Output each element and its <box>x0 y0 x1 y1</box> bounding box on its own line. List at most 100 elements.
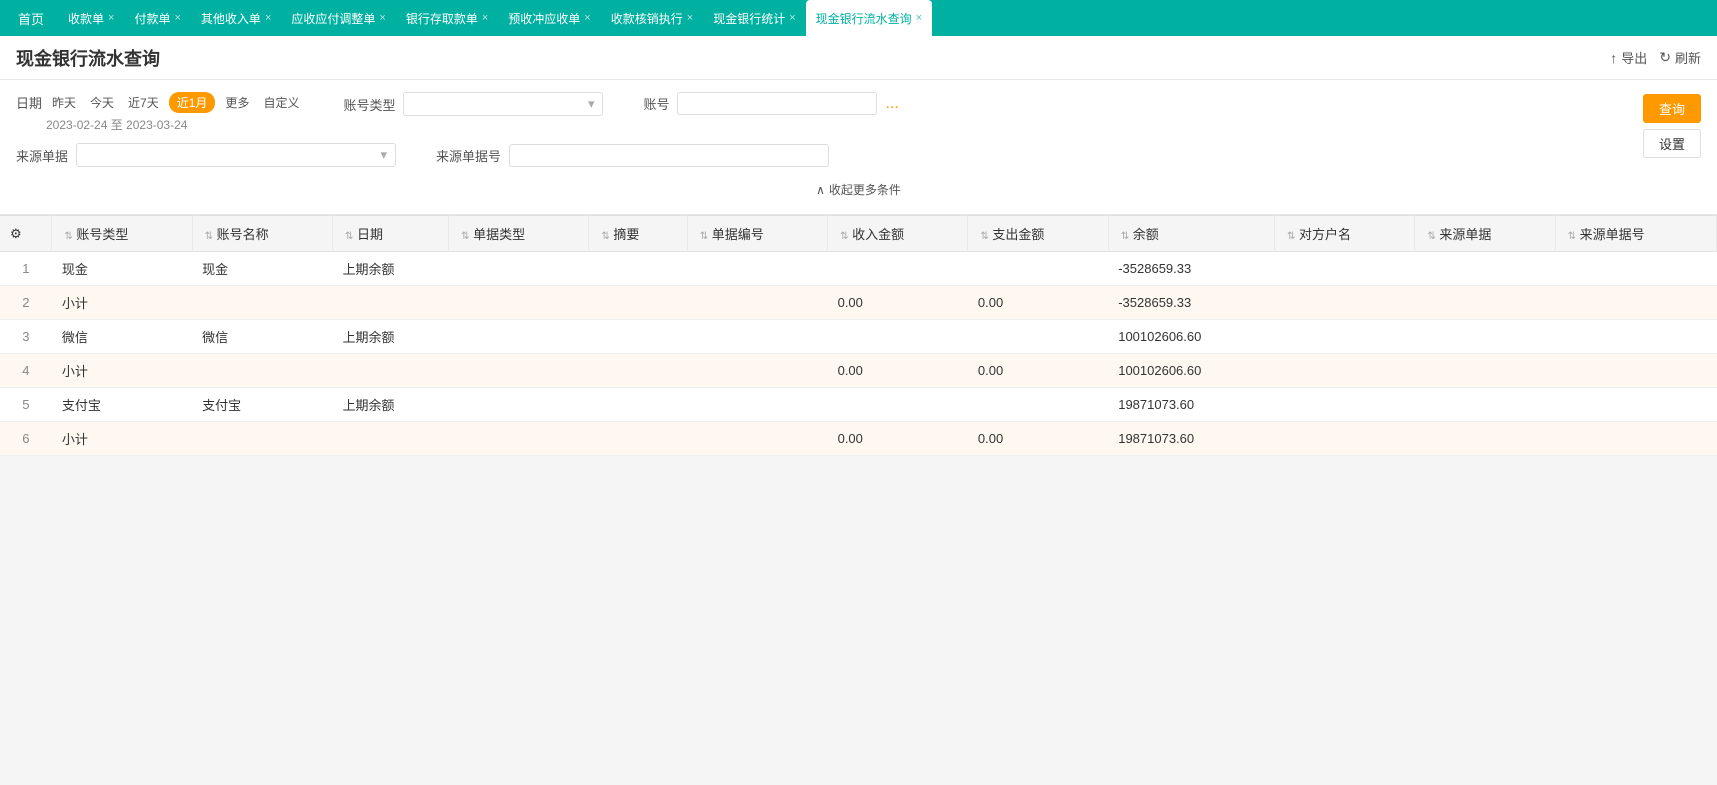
cell-num: 3 <box>0 320 52 354</box>
nav-tab-qitashouruan[interactable]: 其他收入单 × <box>191 0 281 36</box>
collapse-more-conditions-button[interactable]: ∧ 收起更多条件 <box>16 177 1701 202</box>
account-dots-button[interactable]: ... <box>885 95 898 113</box>
nav-tab-shoukuandan[interactable]: 收款单 × <box>58 0 124 36</box>
table-row: 4小计0.000.00100102606.60 <box>0 354 1717 388</box>
col-date[interactable]: ⇅ 日期 <box>332 216 448 252</box>
cell-date: 上期余额 <box>332 320 448 354</box>
nav-tab-liushui[interactable]: 现金银行流水查询 × <box>806 0 932 36</box>
date-btn-today[interactable]: 今天 <box>86 92 118 113</box>
cell-doc_type <box>449 388 589 422</box>
cell-summary <box>589 422 687 456</box>
cell-doc_no <box>687 422 827 456</box>
account-label: 账号 <box>643 94 669 113</box>
settings-button[interactable]: 设置 <box>1643 129 1701 158</box>
col-source-doc[interactable]: ⇅ 来源单据 <box>1415 216 1555 252</box>
cell-source_doc <box>1415 252 1555 286</box>
date-range-display: 2023-02-24 至 2023-03-24 <box>46 118 187 132</box>
cell-date: 上期余额 <box>332 252 448 286</box>
close-tab-icon[interactable]: × <box>379 12 385 24</box>
cell-summary <box>589 388 687 422</box>
cell-expense <box>968 388 1108 422</box>
date-btn-more[interactable]: 更多 <box>221 92 253 113</box>
cell-income: 0.00 <box>828 286 968 320</box>
col-counterparty[interactable]: ⇅ 对方户名 <box>1275 216 1415 252</box>
cell-counterparty <box>1275 422 1415 456</box>
cell-income: 0.00 <box>828 354 968 388</box>
refresh-button[interactable]: ↻ 刷新 <box>1659 48 1701 67</box>
sort-icon: ⇅ <box>1121 231 1129 242</box>
cell-income <box>828 320 968 354</box>
source-doc-label: 来源单据 <box>16 146 68 165</box>
close-tab-icon[interactable]: × <box>584 12 590 24</box>
nav-tab-tiaozheng[interactable]: 应收应付调整单 × <box>281 0 395 36</box>
source-doc-num-input[interactable] <box>509 144 829 167</box>
page-header: 现金银行流水查询 ↑ 导出 ↻ 刷新 <box>0 36 1717 80</box>
col-account-name[interactable]: ⇅ 账号名称 <box>192 216 332 252</box>
table-row: 5支付宝支付宝上期余额19871073.60 <box>0 388 1717 422</box>
cell-num: 4 <box>0 354 52 388</box>
nav-tab-tongji[interactable]: 现金银行统计 × <box>703 0 805 36</box>
cell-account_name <box>192 286 332 320</box>
close-tab-icon[interactable]: × <box>789 12 795 24</box>
cell-source_doc <box>1415 320 1555 354</box>
cell-doc_no <box>687 354 827 388</box>
close-tab-icon[interactable]: × <box>687 12 693 24</box>
close-tab-active-icon[interactable]: × <box>916 12 922 24</box>
col-account-type[interactable]: ⇅ 账号类型 <box>52 216 192 252</box>
cell-doc_type <box>449 422 589 456</box>
date-btn-yesterday[interactable]: 昨天 <box>48 92 80 113</box>
search-button[interactable]: 查询 <box>1643 94 1701 123</box>
date-options: 昨天 今天 近7天 近1月 更多 自定义 <box>48 92 303 113</box>
nav-home[interactable]: 首页 <box>4 0 58 36</box>
sort-icon: ⇅ <box>1427 231 1435 242</box>
col-summary[interactable]: ⇅ 摘要 <box>589 216 687 252</box>
cell-expense <box>968 252 1108 286</box>
cell-account_name <box>192 422 332 456</box>
cell-source_doc_no <box>1555 286 1716 320</box>
cell-counterparty <box>1275 320 1415 354</box>
export-button[interactable]: ↑ 导出 <box>1610 48 1647 67</box>
date-btn-custom[interactable]: 自定义 <box>259 92 303 113</box>
account-type-select[interactable]: ▾ <box>403 92 603 116</box>
filter-area: 日期 昨天 今天 近7天 近1月 更多 自定义 2023-02-24 至 202… <box>0 80 1717 215</box>
close-tab-icon[interactable]: × <box>482 12 488 24</box>
col-gear[interactable]: ⚙ <box>0 216 52 252</box>
cell-summary <box>589 252 687 286</box>
sort-icon: ⇅ <box>700 231 708 242</box>
cell-income <box>828 388 968 422</box>
cell-income <box>828 252 968 286</box>
cell-balance: 19871073.60 <box>1108 388 1274 422</box>
col-doc-no[interactable]: ⇅ 单据编号 <box>687 216 827 252</box>
cell-doc_type <box>449 252 589 286</box>
nav-tab-yinhangcunquan[interactable]: 银行存取款单 × <box>396 0 498 36</box>
col-balance[interactable]: ⇅ 余额 <box>1108 216 1274 252</box>
col-expense[interactable]: ⇅ 支出金额 <box>968 216 1108 252</box>
source-doc-num-label: 来源单据号 <box>436 146 501 165</box>
cell-balance: 19871073.60 <box>1108 422 1274 456</box>
col-income[interactable]: ⇅ 收入金额 <box>828 216 968 252</box>
close-tab-icon[interactable]: × <box>108 12 114 24</box>
cell-source_doc_no <box>1555 320 1716 354</box>
nav-tab-hexiao[interactable]: 收款核销执行 × <box>601 0 703 36</box>
table-row: 6小计0.000.0019871073.60 <box>0 422 1717 456</box>
account-input[interactable] <box>677 92 877 115</box>
cell-num: 6 <box>0 422 52 456</box>
date-btn-1month[interactable]: 近1月 <box>169 92 216 113</box>
col-source-doc-no[interactable]: ⇅ 来源单据号 <box>1555 216 1716 252</box>
col-doc-type[interactable]: ⇅ 单据类型 <box>449 216 589 252</box>
cell-source_doc <box>1415 388 1555 422</box>
nav-tab-fukuandan[interactable]: 付款单 × <box>124 0 190 36</box>
close-tab-icon[interactable]: × <box>265 12 271 24</box>
nav-tab-yushouchong[interactable]: 预收冲应收单 × <box>498 0 600 36</box>
date-btn-7days[interactable]: 近7天 <box>124 92 163 113</box>
gear-icon[interactable]: ⚙ <box>10 226 22 241</box>
table-row: 3微信微信上期余额100102606.60 <box>0 320 1717 354</box>
source-doc-select[interactable]: ▾ <box>76 143 396 167</box>
account-type-chevron-icon: ▾ <box>588 96 595 112</box>
collapse-up-icon: ∧ <box>816 183 825 197</box>
sort-icon: ⇅ <box>345 231 353 242</box>
cell-expense <box>968 320 1108 354</box>
data-table: ⚙ ⇅ 账号类型 ⇅ 账号名称 ⇅ 日期 ⇅ 单据类型 <box>0 215 1717 456</box>
close-tab-icon[interactable]: × <box>174 12 180 24</box>
cell-num: 2 <box>0 286 52 320</box>
